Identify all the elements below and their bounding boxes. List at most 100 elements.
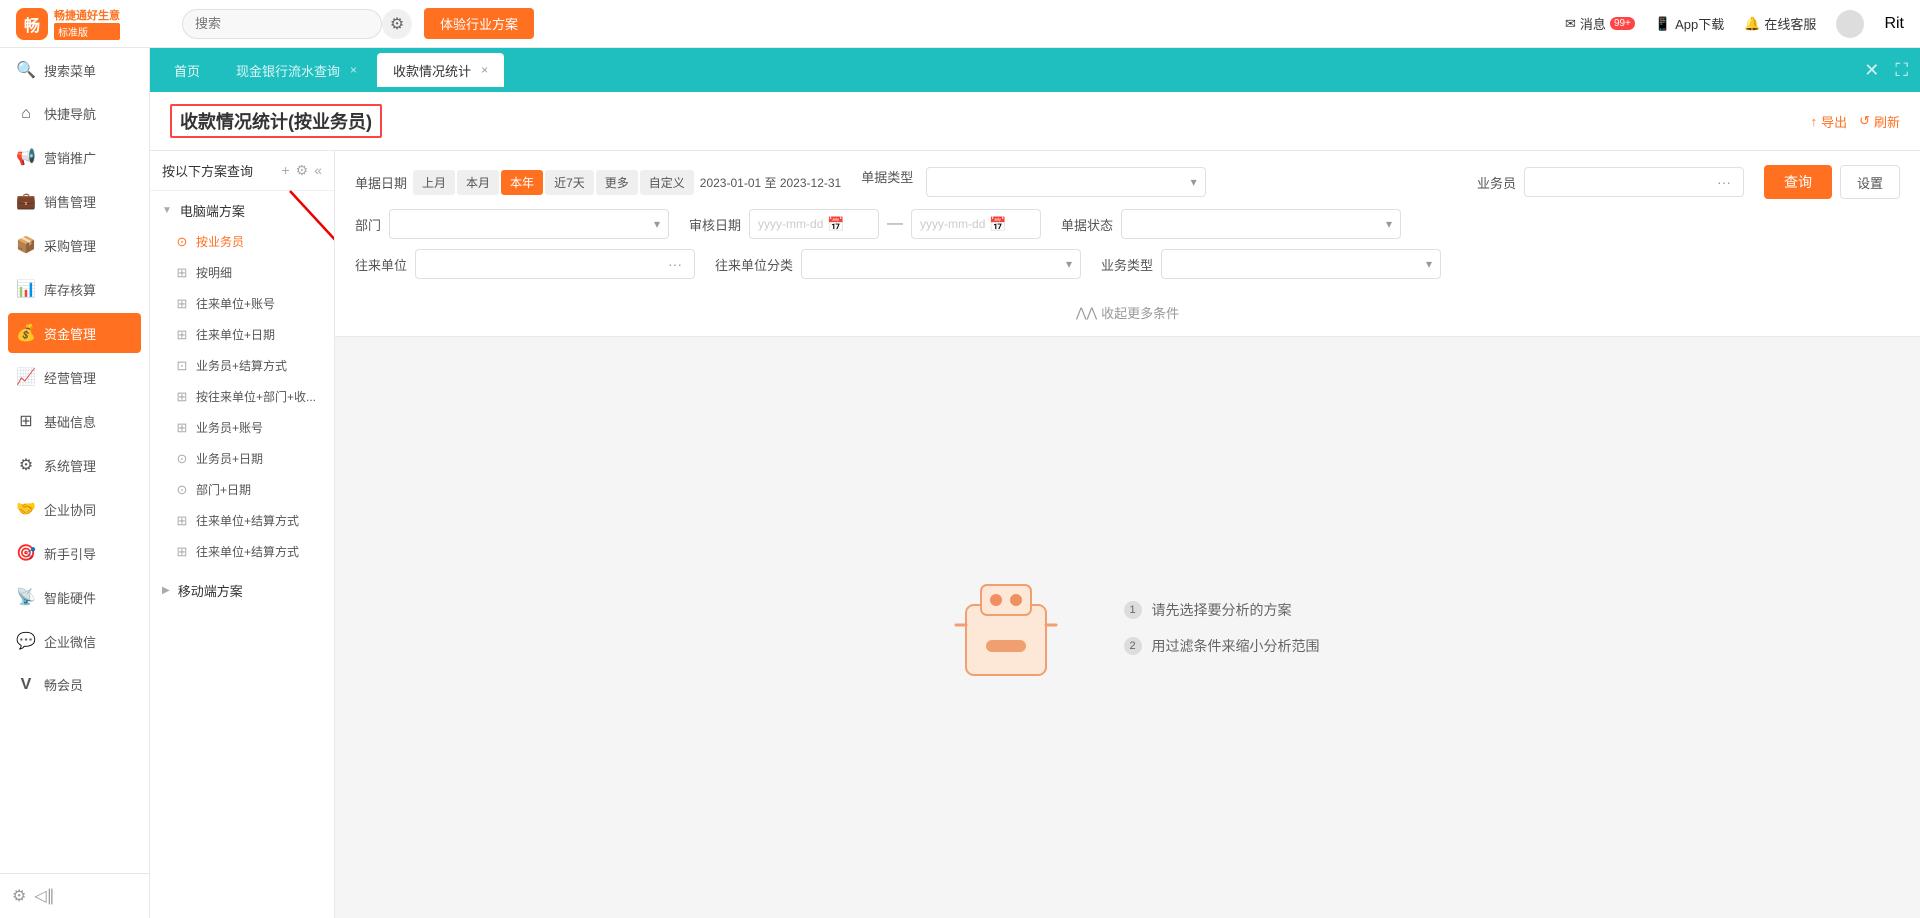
filter-row-3: 往来单位 ··· 往来单位分类 ▾ bbox=[355, 249, 1900, 279]
scheme-mobile-section-header[interactable]: ▶ 移动端方案 bbox=[150, 575, 334, 606]
online-service-button[interactable]: 🔔 在线客服 bbox=[1744, 14, 1816, 33]
scheme-item-dept-date[interactable]: ⊙ 部门+日期 bbox=[150, 474, 334, 505]
add-scheme-button[interactable]: + bbox=[281, 162, 289, 179]
salesman-more-icon[interactable]: ··· bbox=[1713, 174, 1735, 190]
doc-status-select[interactable]: ▾ bbox=[1121, 209, 1401, 239]
sidebar-item-basic[interactable]: ⊞ 基础信息 bbox=[0, 399, 149, 443]
step-1-label: 请先选择要分析的方案 bbox=[1152, 600, 1292, 620]
app-download-button[interactable]: 📱 App下载 bbox=[1655, 14, 1724, 33]
partner-select[interactable]: ··· bbox=[415, 249, 695, 279]
service-icon: 🔔 bbox=[1744, 16, 1760, 32]
message-button[interactable]: ✉ 消息 99+ bbox=[1565, 14, 1635, 33]
tab-collection-stats[interactable]: 收款情况统计 × bbox=[377, 53, 504, 87]
scheme-section-label: 电脑端方案 bbox=[180, 201, 245, 220]
sidebar-item-sales[interactable]: 💼 销售管理 bbox=[0, 179, 149, 223]
search-icon: 🔍 bbox=[16, 60, 36, 80]
scheme-item-salesman-settle[interactable]: ⊡ 业务员+结算方式 bbox=[150, 350, 334, 381]
sidebar-item-label: 畅会员 bbox=[44, 675, 83, 694]
refresh-button[interactable]: ↺ 刷新 bbox=[1859, 112, 1900, 131]
refresh-icon: ↺ bbox=[1859, 113, 1870, 129]
scheme-item-partner-account[interactable]: ⊞ 往来单位+账号 bbox=[150, 288, 334, 319]
tab-home[interactable]: 首页 bbox=[158, 61, 216, 80]
partner-category-select[interactable]: ▾ bbox=[801, 249, 1081, 279]
biz-type-select[interactable]: ▾ bbox=[1161, 249, 1441, 279]
scheme-item-partner-settle1[interactable]: ⊞ 往来单位+结算方式 bbox=[150, 505, 334, 536]
action-buttons: 查询 设置 bbox=[1764, 165, 1900, 199]
review-date-end[interactable]: yyyy-mm-dd 📅 bbox=[911, 209, 1041, 239]
collapse-sidebar-icon[interactable]: ◁∥ bbox=[34, 886, 54, 906]
chevron-down-icon: ▾ bbox=[1426, 257, 1432, 271]
partner-category-group: 往来单位分类 ▾ bbox=[715, 249, 1081, 279]
sidebar-item-wechat[interactable]: 💬 企业微信 bbox=[0, 619, 149, 663]
review-date-start[interactable]: yyyy-mm-dd 📅 bbox=[749, 209, 879, 239]
sidebar-item-label: 智能硬件 bbox=[44, 588, 96, 607]
sidebar-item-nav[interactable]: ⌂ 快捷导航 bbox=[0, 92, 149, 135]
date-btn-7days[interactable]: 近7天 bbox=[545, 170, 594, 195]
scheme-item-detail[interactable]: ⊞ 按明细 bbox=[150, 257, 334, 288]
empty-state-content: 1 请先选择要分析的方案 2 用过滤条件来缩小分析范围 bbox=[936, 555, 1320, 700]
dept-select[interactable]: ▾ bbox=[389, 209, 669, 239]
sidebar-item-label: 销售管理 bbox=[44, 192, 96, 211]
scheme-item-salesman-date[interactable]: ⊙ 业务员+日期 bbox=[150, 443, 334, 474]
scheme-item-salesman-account[interactable]: ⊞ 业务员+账号 bbox=[150, 412, 334, 443]
tab-maximize-icon[interactable]: ⛶ bbox=[1891, 56, 1912, 85]
settings-bottom-icon[interactable]: ⚙ bbox=[12, 886, 26, 906]
scheme-item-partner-date[interactable]: ⊞ 往来单位+日期 bbox=[150, 319, 334, 350]
scheme-settings-button[interactable]: ⚙ bbox=[296, 162, 309, 179]
doc-type-select[interactable]: ▾ bbox=[926, 167, 1206, 197]
inventory-icon: 📊 bbox=[16, 279, 36, 299]
header-settings-button[interactable]: ⚙ bbox=[382, 9, 412, 39]
sidebar-item-inventory[interactable]: 📊 库存核算 bbox=[0, 267, 149, 311]
date-btn-this-month[interactable]: 本月 bbox=[457, 170, 499, 195]
sidebar-item-label: 经营管理 bbox=[44, 368, 96, 387]
user-avatar[interactable] bbox=[1836, 10, 1864, 38]
sidebar-item-label: 搜索菜单 bbox=[44, 61, 96, 80]
sidebar-item-operations[interactable]: 📈 经营管理 bbox=[0, 355, 149, 399]
empty-state-area: 1 请先选择要分析的方案 2 用过滤条件来缩小分析范围 bbox=[335, 337, 1920, 918]
sidebar-item-purchase[interactable]: 📦 采购管理 bbox=[0, 223, 149, 267]
marketing-icon: 📢 bbox=[16, 147, 36, 167]
scheme-item-icon-active: ⊙ bbox=[174, 234, 190, 250]
filter-row-2: 部门 ▾ 审核日期 yyyy-mm-dd 📅 bbox=[355, 209, 1900, 239]
date-btn-last-month[interactable]: 上月 bbox=[413, 170, 455, 195]
export-button[interactable]: ↑ 导出 bbox=[1811, 112, 1848, 131]
scheme-item-by-salesman[interactable]: ⊙ 按业务员 bbox=[150, 226, 334, 257]
scheme-item-partner-dept[interactable]: ⊞ 按往来单位+部门+收... bbox=[150, 381, 334, 412]
sidebar-item-collab[interactable]: 🤝 企业协同 bbox=[0, 487, 149, 531]
sidebar-item-marketing[interactable]: 📢 营销推广 bbox=[0, 135, 149, 179]
date-btn-more[interactable]: 更多 bbox=[596, 170, 638, 195]
scheme-item-icon: ⊙ bbox=[174, 482, 190, 498]
sidebar-item-search[interactable]: 🔍 搜索菜单 bbox=[0, 48, 149, 92]
scheme-pc-section-header[interactable]: ▼ 电脑端方案 bbox=[150, 195, 334, 226]
date-label: 单据日期 bbox=[355, 173, 407, 192]
scheme-item-label: 往来单位+结算方式 bbox=[196, 512, 299, 529]
scheme-item-partner-settle2[interactable]: ⊞ 往来单位+结算方式 bbox=[150, 536, 334, 567]
query-button[interactable]: 查询 bbox=[1764, 165, 1832, 199]
date-btn-this-year[interactable]: 本年 bbox=[501, 170, 543, 195]
trial-button[interactable]: 体验行业方案 bbox=[424, 8, 534, 39]
scheme-collapse-button[interactable]: « bbox=[314, 162, 322, 179]
settings-button[interactable]: 设置 bbox=[1840, 165, 1900, 199]
tab-close-window-icon[interactable]: ✕ bbox=[1860, 56, 1883, 85]
sidebar-item-system[interactable]: ⚙ 系统管理 bbox=[0, 443, 149, 487]
tab-close-icon[interactable]: × bbox=[350, 63, 357, 77]
app-download-label: App下载 bbox=[1675, 14, 1724, 33]
logo-area: 畅 畅捷通好生意 标准版 bbox=[16, 7, 166, 40]
tab-close-icon-active[interactable]: × bbox=[481, 63, 488, 77]
header-search-input[interactable] bbox=[182, 9, 382, 39]
empty-step-2: 2 用过滤条件来缩小分析范围 bbox=[1124, 636, 1320, 656]
sidebar-item-guide[interactable]: 🎯 新手引导 bbox=[0, 531, 149, 575]
tab-bank-flow[interactable]: 现金银行流水查询 × bbox=[220, 53, 373, 87]
sidebar-item-member[interactable]: V 畅会员 bbox=[0, 663, 149, 706]
salesman-select[interactable]: ··· bbox=[1524, 167, 1744, 197]
date-btn-custom[interactable]: 自定义 bbox=[640, 170, 694, 195]
page-header: 收款情况统计(按业务员) ↑ 导出 ↺ 刷新 bbox=[150, 92, 1920, 151]
biz-type-label: 业务类型 bbox=[1101, 255, 1153, 274]
partner-more-icon[interactable]: ··· bbox=[664, 256, 686, 272]
collapse-more-button[interactable]: ⋀⋀ 收起更多条件 bbox=[1068, 295, 1187, 330]
sidebar-item-finance[interactable]: 💰 资金管理 bbox=[8, 313, 141, 353]
member-icon: V bbox=[16, 676, 36, 694]
message-icon: ✉ bbox=[1565, 16, 1576, 32]
sidebar-item-hardware[interactable]: 📡 智能硬件 bbox=[0, 575, 149, 619]
home-icon: ⌂ bbox=[16, 105, 36, 123]
